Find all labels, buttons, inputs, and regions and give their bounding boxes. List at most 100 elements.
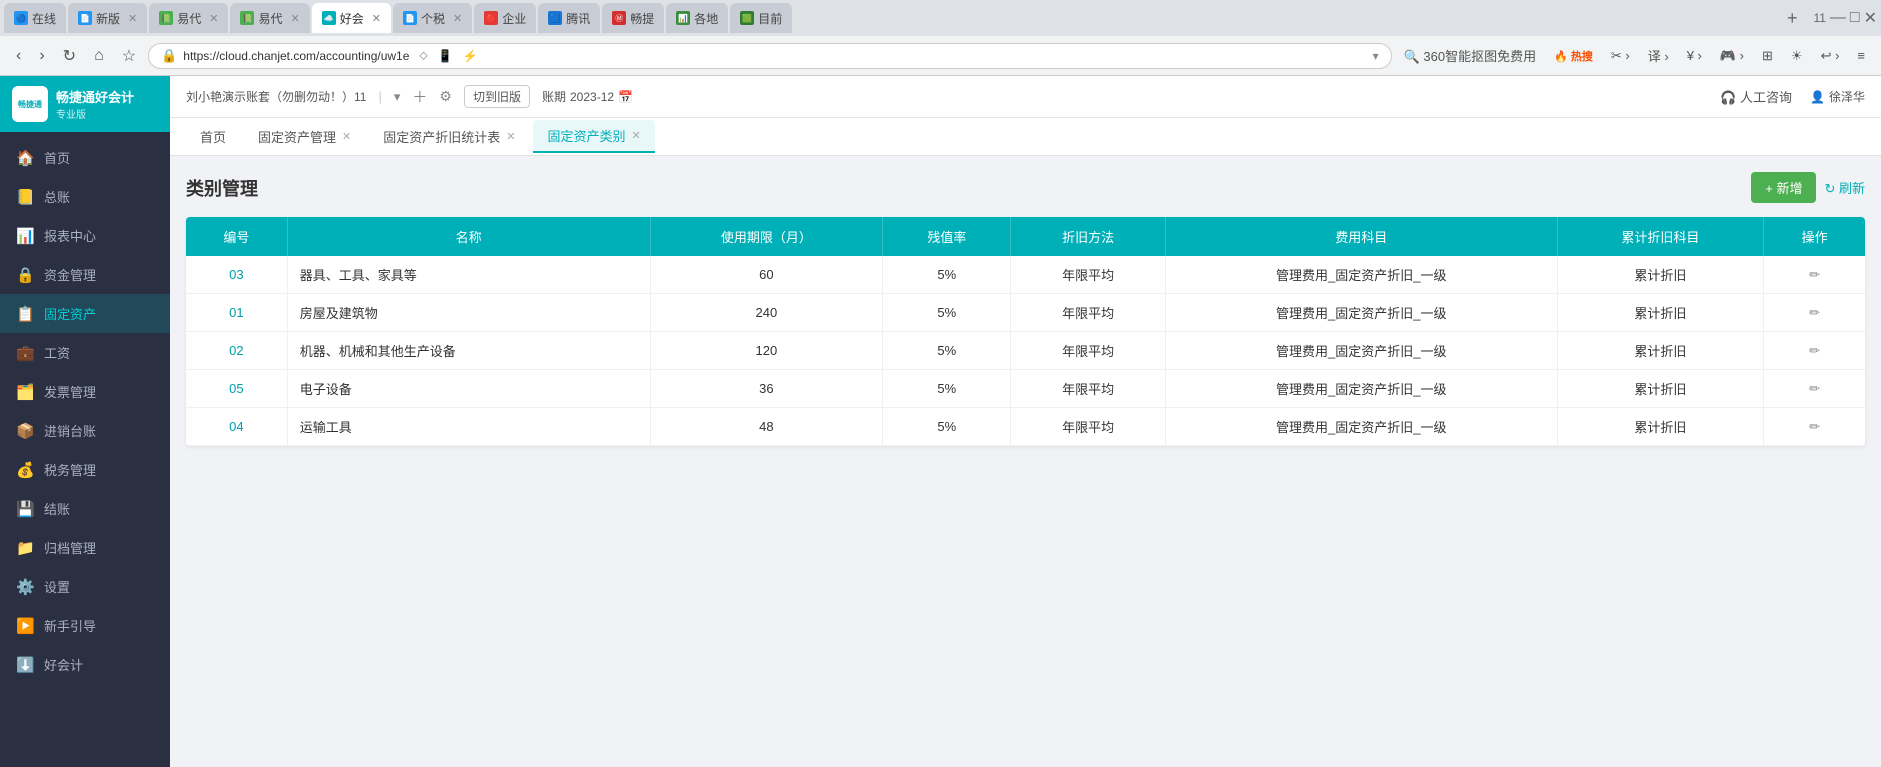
sidebar-icon-archive: 📁	[16, 539, 34, 557]
right-panel: 刘小艳演示账套（勿删勿动！）11 | ▾ ＋ ⚙ 切到旧版 账期 2023-12…	[170, 76, 1881, 767]
edit-icon-4[interactable]: ✏	[1809, 419, 1820, 434]
tab-label-tab10: 各地	[694, 10, 718, 27]
translate-button[interactable]: 译 ›	[1642, 43, 1675, 68]
categories-table: 编号名称使用期限（月）残值率折旧方法费用科目累计折旧科目操作 03器具、工具、家…	[186, 217, 1865, 446]
reload-button[interactable]: ↻	[57, 42, 82, 70]
lightning-icon[interactable]: ⚡	[463, 49, 478, 63]
row-period-0: 60	[650, 256, 883, 294]
sidebar-item-settings[interactable]: ⚙️设置	[0, 567, 170, 606]
browser-tab-tab2[interactable]: 📄新版✕	[68, 3, 147, 33]
back-button[interactable]: ‹	[10, 43, 27, 69]
edit-icon-2[interactable]: ✏	[1809, 343, 1820, 358]
page-tabs: 首页固定资产管理✕固定资产折旧统计表✕固定资产类别✕	[170, 118, 1881, 156]
tab-close-tab6[interactable]: ✕	[453, 12, 462, 25]
browser-tab-tab8[interactable]: 🟦腾讯	[538, 3, 600, 33]
browser-tab-tab5[interactable]: ☁️好会✕	[312, 3, 391, 33]
row-residual-0: 5%	[883, 256, 1011, 294]
games-button[interactable]: 🎮 ›	[1714, 45, 1750, 67]
tab-close-tab2[interactable]: ✕	[128, 12, 137, 25]
wallet-button[interactable]: ¥ ›	[1681, 45, 1708, 66]
row-edit-4[interactable]: ✏	[1764, 408, 1865, 446]
page-tab-close-fixed-dep[interactable]: ✕	[506, 130, 515, 143]
tab-label-tab7: 企业	[502, 10, 526, 27]
browser-tab-tab4[interactable]: 📗易代✕	[230, 3, 309, 33]
sidebar-item-more[interactable]: ⬇️好会计	[0, 645, 170, 684]
close-window-icon[interactable]: ✕	[1864, 8, 1877, 28]
undo-button[interactable]: ↩ ›	[1815, 45, 1846, 67]
add-category-button[interactable]: + 新增	[1751, 172, 1816, 203]
period-value: 2023-12	[570, 90, 614, 104]
browser-tab-tab7[interactable]: 🔴企业	[474, 3, 536, 33]
row-period-4: 48	[650, 408, 883, 446]
user-info: 👤 徐泽华	[1810, 88, 1865, 105]
period-display: 账期 2023-12 📅	[542, 88, 633, 105]
tab-label-tab1: 在线	[32, 10, 56, 27]
calendar-icon[interactable]: 📅	[618, 90, 633, 104]
new-tab-button[interactable]: +	[1781, 8, 1804, 29]
edit-icon-3[interactable]: ✏	[1809, 381, 1820, 396]
sidebar-item-checkout[interactable]: 💾结账	[0, 489, 170, 528]
sidebar-item-guide[interactable]: ▶️新手引导	[0, 606, 170, 645]
sidebar-item-invoice[interactable]: 🗂️发票管理	[0, 372, 170, 411]
row-edit-2[interactable]: ✏	[1764, 332, 1865, 370]
cut-button[interactable]: ✂ ›	[1605, 45, 1636, 67]
search-input[interactable]: 🔍 360智能抠图免费用	[1398, 43, 1543, 68]
grid-button[interactable]: ⊞	[1756, 45, 1779, 67]
settings-top-button[interactable]: ⚙	[439, 88, 452, 105]
sidebar-item-report[interactable]: 📊报表中心	[0, 216, 170, 255]
sidebar-title: 畅捷通好会计	[56, 87, 134, 106]
brightness-button[interactable]: ☀	[1785, 45, 1809, 67]
minimize-icon[interactable]: —	[1830, 9, 1846, 27]
browser-tab-tab6[interactable]: 📄个税✕	[393, 3, 472, 33]
add-account-button[interactable]: ＋	[412, 86, 427, 107]
page-tab-close-fixed-cat[interactable]: ✕	[632, 129, 641, 142]
browser-tab-tab11[interactable]: 🟩目前	[730, 3, 792, 33]
browser-tab-tab3[interactable]: 📗易代✕	[149, 3, 228, 33]
tab-favicon-tab5: ☁️	[322, 11, 336, 25]
maximize-icon[interactable]: □	[1850, 9, 1860, 27]
page-body: 类别管理 + 新增 ↻ 刷新 编号名称使用期限（月）残值率折旧方法费用科目累计折…	[170, 156, 1881, 767]
sidebar-item-fund[interactable]: 🔒资金管理	[0, 255, 170, 294]
site-info-icon[interactable]: ⬦	[419, 48, 427, 63]
sidebar-item-fixed[interactable]: 📋固定资产	[0, 294, 170, 333]
customer-service-button[interactable]: 🎧 人工咨询	[1714, 84, 1798, 109]
sidebar-item-home[interactable]: 🏠首页	[0, 138, 170, 177]
table-header-3: 残值率	[883, 217, 1011, 256]
row-edit-3[interactable]: ✏	[1764, 370, 1865, 408]
page-tab-home[interactable]: 首页	[186, 121, 240, 152]
sidebar-item-salary[interactable]: 💼工资	[0, 333, 170, 372]
sidebar-item-archive[interactable]: 📁归档管理	[0, 528, 170, 567]
browser-tab-tab1[interactable]: 🔵在线	[4, 3, 66, 33]
browser-tab-tab9[interactable]: Ⓜ畅提	[602, 3, 664, 33]
page-tab-fixed-dep[interactable]: 固定资产折旧统计表✕	[369, 121, 529, 152]
row-expense-2: 管理费用_固定资产折旧_一级	[1165, 332, 1557, 370]
page-tab-fixed-cat[interactable]: 固定资产类别✕	[533, 120, 654, 153]
tab-close-tab3[interactable]: ✕	[209, 12, 218, 25]
version-switch-button[interactable]: 切到旧版	[464, 85, 530, 108]
browser-tab-tab10[interactable]: 📊各地	[666, 3, 728, 33]
tab-close-tab5[interactable]: ✕	[372, 12, 381, 25]
hot-search-button[interactable]: 🔥 热搜	[1548, 45, 1599, 67]
home-button[interactable]: ⌂	[88, 43, 110, 69]
tab-close-tab4[interactable]: ✕	[291, 12, 300, 25]
row-expense-1: 管理费用_固定资产折旧_一级	[1165, 294, 1557, 332]
row-edit-0[interactable]: ✏	[1764, 256, 1865, 294]
menu-button[interactable]: ≡	[1851, 45, 1871, 66]
bookmark-button[interactable]: ☆	[116, 42, 142, 70]
sidebar-item-tax[interactable]: 💰税务管理	[0, 450, 170, 489]
device-icon[interactable]: 📱	[438, 49, 453, 63]
edit-icon-1[interactable]: ✏	[1809, 305, 1820, 320]
dropdown-icon[interactable]: ▾	[1373, 49, 1379, 63]
sidebar-item-ledger[interactable]: 📒总账	[0, 177, 170, 216]
sidebar-label-settings: 设置	[44, 577, 70, 596]
user-menu-arrow[interactable]: ▾	[394, 89, 401, 105]
edit-icon-0[interactable]: ✏	[1809, 267, 1820, 282]
row-edit-1[interactable]: ✏	[1764, 294, 1865, 332]
sidebar-header: 畅捷通 畅捷通好会计 专业版	[0, 76, 170, 132]
page-tab-fixed-mgmt[interactable]: 固定资产管理✕	[244, 121, 365, 152]
sidebar-item-purchase[interactable]: 📦进销台账	[0, 411, 170, 450]
page-tab-close-fixed-mgmt[interactable]: ✕	[342, 130, 351, 143]
forward-button[interactable]: ›	[33, 43, 50, 69]
refresh-button[interactable]: ↻ 刷新	[1824, 172, 1865, 203]
row-name-3: 电子设备	[287, 370, 650, 408]
